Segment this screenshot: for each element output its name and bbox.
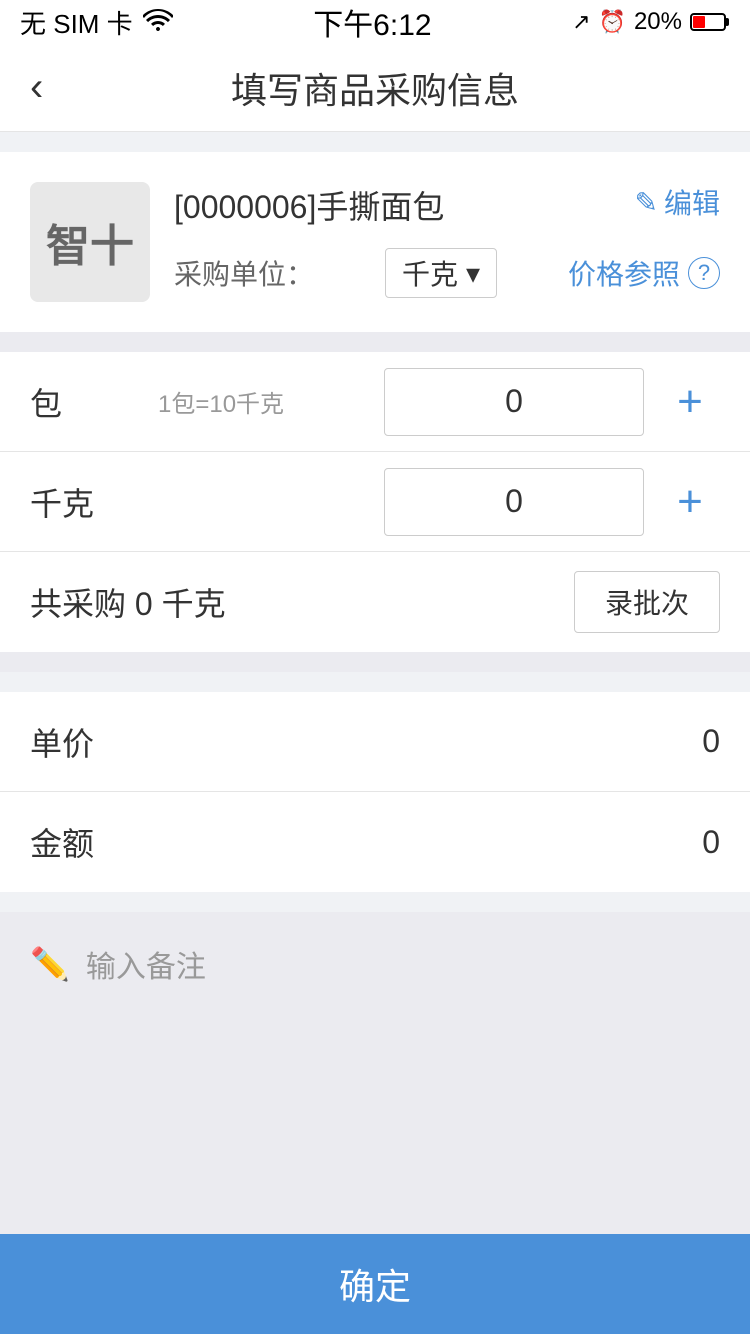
- kg-input[interactable]: 0: [384, 468, 644, 536]
- summary-text: 共采购 0 千克: [30, 579, 226, 625]
- product-thumbnail: 智十: [30, 182, 150, 302]
- status-time: 下午6:12: [313, 0, 431, 44]
- status-bar: 无 SIM 卡 下午6:12 ↗ ⏰ 20%: [0, 0, 750, 44]
- kg-label: 千克: [30, 479, 150, 525]
- unit-label: 采购单位：: [174, 253, 314, 293]
- confirm-button[interactable]: 确定: [0, 1234, 750, 1334]
- amount-label: 金额: [30, 819, 94, 865]
- edit-label: 编辑: [664, 182, 720, 222]
- product-card: 智十 [0000006]手撕面包 ✎ 编辑 采购单位： 千克 ▾ 价格参照 ?: [0, 152, 750, 332]
- bag-field-wrap: 0 +: [284, 368, 720, 436]
- bag-input[interactable]: 0: [384, 368, 644, 436]
- product-info: [0000006]手撕面包 ✎ 编辑 采购单位： 千克 ▾ 价格参照 ?: [174, 182, 720, 298]
- kg-input-row: 千克 0 +: [0, 452, 750, 552]
- separator-2: [0, 652, 750, 672]
- amount-value: 0: [702, 824, 720, 861]
- status-left: 无 SIM 卡: [20, 4, 173, 41]
- alarm-icon: ⏰: [599, 9, 626, 35]
- bag-input-row: 包 1包=10千克 0 +: [0, 352, 750, 452]
- wifi-icon: [143, 7, 173, 38]
- chevron-down-icon: ▾: [466, 257, 480, 290]
- no-sim-text: 无 SIM 卡: [20, 4, 133, 41]
- nav-bar: ‹ 填写商品采购信息: [0, 44, 750, 132]
- unit-value: 千克: [402, 253, 458, 293]
- batch-button[interactable]: 录批次: [574, 571, 720, 633]
- detail-section: 单价 0 金额 0: [0, 692, 750, 892]
- product-logo: 智十: [46, 210, 134, 274]
- unit-select[interactable]: 千克 ▾: [385, 248, 497, 298]
- bag-plus-button[interactable]: +: [660, 372, 720, 432]
- page-title: 填写商品采购信息: [231, 62, 519, 114]
- separator-1: [0, 332, 750, 352]
- price-ref-button[interactable]: 价格参照 ?: [568, 253, 720, 293]
- input-section: 包 1包=10千克 0 + 千克 0 + 共采购 0 千克 录批次: [0, 352, 750, 652]
- pencil-icon: ✏️: [30, 945, 70, 983]
- price-ref-label: 价格参照: [568, 253, 680, 293]
- bag-label: 包: [30, 379, 150, 425]
- location-icon: ↗: [572, 9, 590, 35]
- product-name: [0000006]手撕面包: [174, 182, 635, 228]
- amount-row: 金额 0: [0, 792, 750, 892]
- edit-icon: ✎: [635, 186, 658, 219]
- unit-price-label: 单价: [30, 719, 94, 765]
- remark-section[interactable]: ✏️ 输入备注: [0, 912, 750, 1016]
- kg-plus-button[interactable]: +: [660, 472, 720, 532]
- summary-row: 共采购 0 千克 录批次: [0, 552, 750, 652]
- edit-button[interactable]: ✎ 编辑: [635, 182, 720, 222]
- battery-icon: [690, 11, 730, 33]
- battery-level: 20%: [634, 8, 682, 36]
- info-icon: ?: [688, 257, 720, 289]
- back-button[interactable]: ‹: [30, 65, 43, 110]
- remark-placeholder: 输入备注: [86, 942, 206, 986]
- status-right: ↗ ⏰ 20%: [572, 8, 730, 36]
- unit-price-value: 0: [702, 723, 720, 760]
- bag-sublabel: 1包=10千克: [158, 384, 284, 419]
- kg-field-wrap: 0 +: [150, 468, 720, 536]
- confirm-label: 确定: [339, 1258, 411, 1310]
- unit-price-row: 单价 0: [0, 692, 750, 792]
